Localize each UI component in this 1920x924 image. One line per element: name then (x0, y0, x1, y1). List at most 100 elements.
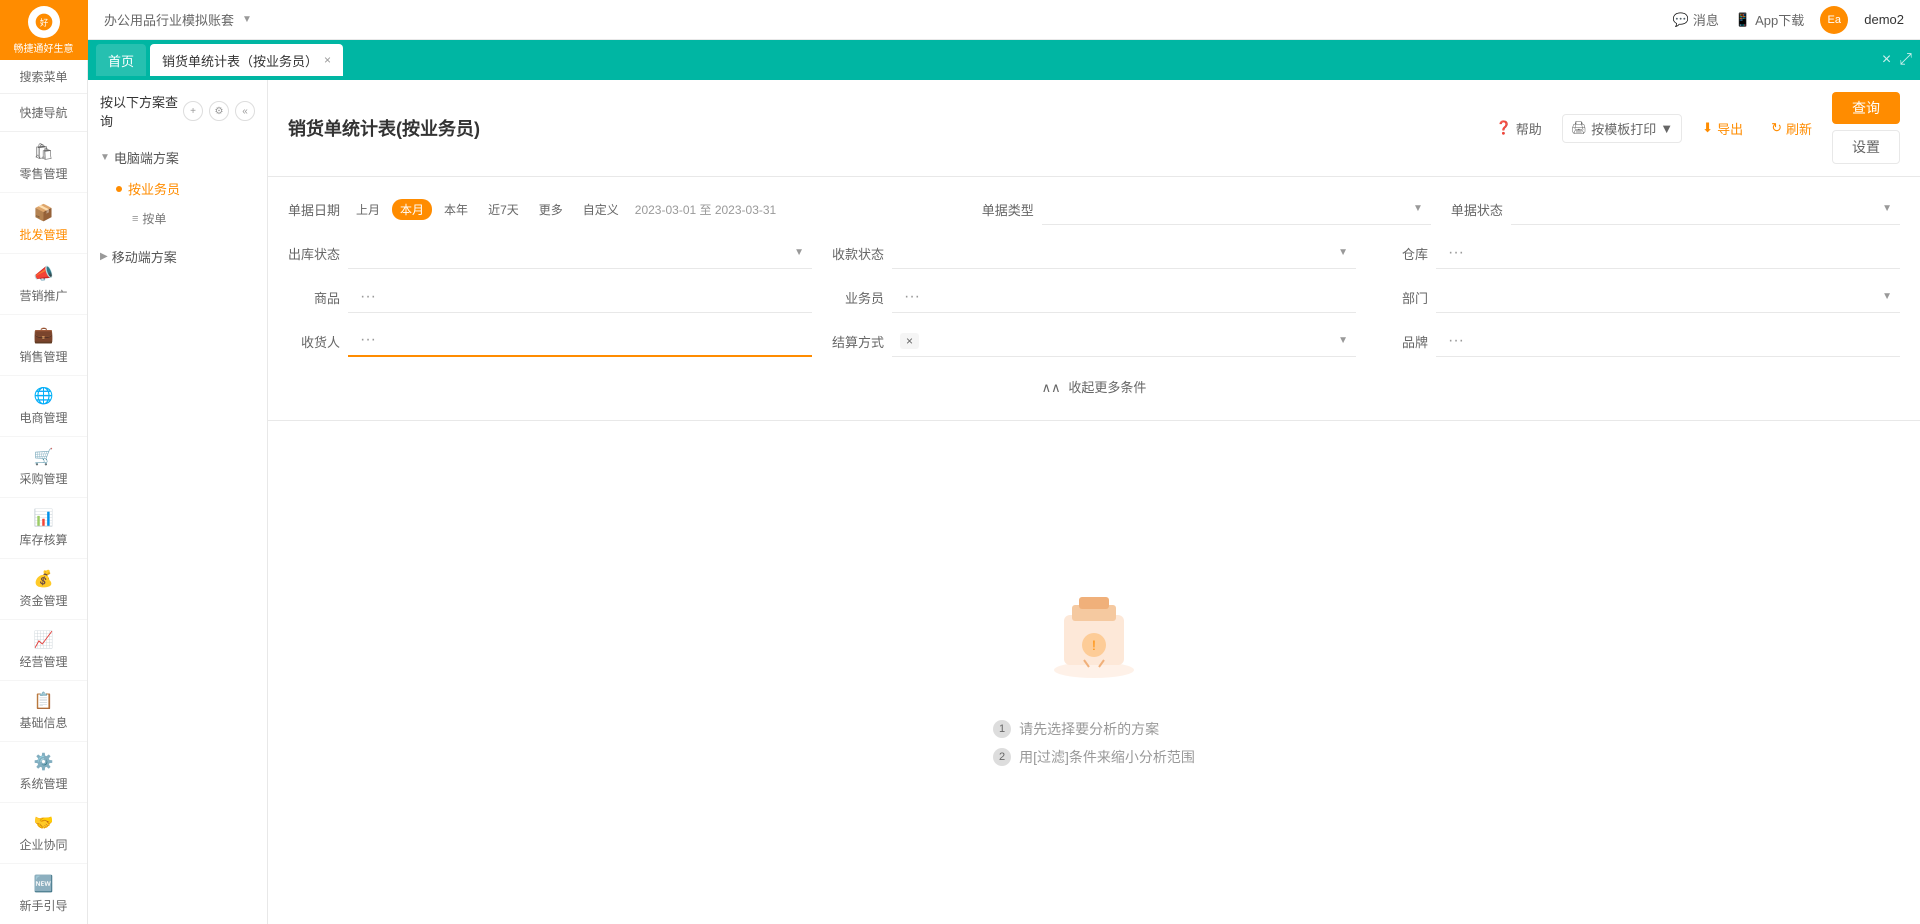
collapse-panel-button[interactable]: « (235, 101, 255, 121)
receiver-input[interactable]: ··· (348, 325, 812, 357)
active-indicator (116, 186, 122, 192)
search-menu-label[interactable]: 搜索菜单 (19, 68, 67, 85)
product-input[interactable]: ··· (348, 281, 812, 313)
collab-label: 企业协同 (19, 836, 67, 853)
doc-status-dropdown[interactable]: ▼ (1511, 193, 1900, 225)
warehouse-input[interactable]: ··· (1436, 237, 1900, 269)
date-tab-more[interactable]: 更多 (531, 199, 571, 220)
scheme-by-salesperson[interactable]: 按业务员 (88, 173, 267, 204)
payment-status-dropdown[interactable]: ▼ (892, 237, 1356, 269)
query-button[interactable]: 查询 (1832, 92, 1900, 124)
salesperson-input[interactable]: ··· (892, 281, 1356, 313)
sidebar-item-finance[interactable]: 💰 资金管理 (0, 559, 87, 620)
sidebar-item-ecom[interactable]: 🌐 电商管理 (0, 376, 87, 437)
app-download-button[interactable]: 📱 App下载 (1735, 10, 1804, 29)
mobile-scheme-label: 移动端方案 (112, 247, 177, 266)
product-ellipsis[interactable]: ··· (356, 288, 380, 306)
marketing-label: 营销推广 (19, 287, 67, 304)
desktop-scheme-label: 电脑端方案 (114, 148, 179, 167)
sidebar-item-sales[interactable]: 💼 销售管理 (0, 315, 87, 376)
shortcut-nav-label[interactable]: 快捷导航 (19, 98, 67, 127)
tab-home[interactable]: 首页 (96, 44, 146, 76)
receiver-ellipsis[interactable]: ··· (356, 331, 380, 349)
date-tab-this-year[interactable]: 本年 (436, 199, 476, 220)
wholesale-icon: 📦 (34, 203, 54, 223)
sidebar-item-purchase[interactable]: 🛒 采购管理 (0, 437, 87, 498)
settings-scheme-button[interactable]: ⚙ (209, 101, 229, 121)
empty-tips: 1 请先选择要分析的方案 2 用[过滤]条件来缩小分析范围 (993, 715, 1195, 771)
salesperson-label: 业务员 (832, 288, 884, 307)
mobile-scheme-parent[interactable]: ▶ 移动端方案 (88, 241, 267, 272)
tab-bar-end: × ⤢ (1882, 51, 1912, 69)
receiver-label: 收货人 (288, 332, 340, 351)
department-dropdown[interactable]: ▼ (1436, 281, 1900, 313)
left-panel: 按以下方案查询 + ⚙ « ▼ 电脑端方案 (88, 80, 268, 924)
tab-close-all-button[interactable]: × (1882, 51, 1891, 69)
sidebar-item-base[interactable]: 📋 基础信息 (0, 681, 87, 742)
settings-button[interactable]: 设置 (1832, 130, 1900, 164)
app-download-icon: 📱 (1735, 12, 1751, 28)
message-button[interactable]: 💬 消息 (1673, 10, 1719, 29)
sidebar-item-newguide[interactable]: 🆕 新手引导 (0, 864, 87, 924)
collapse-icon: « (242, 106, 248, 117)
date-tab-7days[interactable]: 近7天 (480, 199, 527, 220)
warehouse-ellipsis[interactable]: ··· (1444, 244, 1468, 262)
header-left: 办公用品行业模拟账套 ▼ (104, 10, 252, 29)
filter-area: 单据日期 上月 本月 本年 近7天 更多 自定义 2023-03-01 至 20… (268, 177, 1920, 421)
collapse-up-icon: ∧∧ (1042, 380, 1061, 395)
desktop-scheme-parent[interactable]: ▼ 电脑端方案 (88, 142, 267, 173)
user-avatar[interactable]: Ea (1820, 6, 1848, 34)
help-label: 帮助 (1516, 119, 1542, 138)
inventory-icon: 📊 (34, 508, 54, 528)
scheme-by-order[interactable]: ≡ 按单 (88, 204, 267, 233)
salesperson-ellipsis[interactable]: ··· (900, 288, 924, 306)
doc-type-label: 单据类型 (982, 200, 1034, 219)
sidebar-item-operation[interactable]: 📈 经营管理 (0, 620, 87, 681)
date-tab-last-month[interactable]: 上月 (348, 199, 388, 220)
main-content: ! 1 请先选择要分析的方案 2 用[过滤]条件来缩小分析范围 (268, 421, 1920, 924)
sidebar-shortcut-section: 快捷导航 (0, 94, 87, 132)
sidebar-item-inventory[interactable]: 📊 库存核算 (0, 498, 87, 559)
header-dropdown-icon[interactable]: ▼ (242, 14, 252, 25)
sidebar-search-section: 搜索菜单 (0, 60, 87, 94)
tag-close-icon[interactable]: × (906, 334, 913, 348)
app-title: 办公用品行业模拟账套 (104, 10, 234, 29)
payment-status-filter-item: 收款状态 ▼ (832, 237, 1356, 269)
logo[interactable]: 好 畅捷通好生意 (0, 0, 88, 60)
salesperson-filter-item: 业务员 ··· (832, 281, 1356, 313)
tab-close-icon[interactable]: × (324, 53, 331, 67)
tab-maximize-button[interactable]: ⤢ (1899, 51, 1912, 69)
tip-num-1: 1 (993, 720, 1011, 738)
logo-text: 畅捷通好生意 (14, 40, 74, 55)
template-print-button[interactable]: 🖨 按模板打印 ▼ (1562, 114, 1682, 143)
sidebar-item-collab[interactable]: 🤝 企业协同 (0, 803, 87, 864)
settlement-dropdown[interactable]: × ▼ (892, 325, 1356, 357)
avatar-text: Ea (1828, 14, 1841, 26)
date-tab-this-month[interactable]: 本月 (392, 199, 432, 220)
brand-ellipsis[interactable]: ··· (1444, 332, 1468, 350)
refresh-button[interactable]: ↻ 刷新 (1763, 115, 1820, 142)
sidebar-item-retail[interactable]: 🛍 零售管理 (0, 132, 87, 193)
refresh-icon: ↻ (1771, 120, 1782, 136)
print-dropdown-icon[interactable]: ▼ (1660, 121, 1673, 136)
finance-icon: 💰 (34, 569, 54, 589)
tab-sales-stat[interactable]: 销货单统计表（按业务员） × (150, 44, 343, 76)
left-panel-icons: + ⚙ « (183, 101, 255, 121)
sidebar-item-marketing[interactable]: 📣 营销推广 (0, 254, 87, 315)
logo-icon: 好 (28, 6, 60, 38)
sidebar-item-wholesale[interactable]: 📦 批发管理 (0, 193, 87, 254)
out-status-dropdown[interactable]: ▼ (348, 237, 812, 269)
date-tab-custom[interactable]: 自定义 (575, 199, 627, 220)
empty-state: ! 1 请先选择要分析的方案 2 用[过滤]条件来缩小分析范围 (993, 575, 1195, 771)
doc-type-dropdown[interactable]: ▼ (1042, 193, 1431, 225)
export-button[interactable]: ⬇ 导出 (1694, 115, 1751, 142)
print-icon: 🖨 (1571, 120, 1588, 136)
help-button[interactable]: ❓ 帮助 (1488, 115, 1550, 142)
sidebar-item-system[interactable]: ⚙️ 系统管理 (0, 742, 87, 803)
user-name[interactable]: demo2 (1864, 12, 1904, 27)
page-title: 销货单统计表(按业务员) (288, 115, 480, 141)
add-scheme-button[interactable]: + (183, 101, 203, 121)
collapse-row[interactable]: ∧∧ 收起更多条件 (288, 369, 1900, 404)
sidebar: 好 畅捷通好生意 搜索菜单 快捷导航 🛍 零售管理 📦 批发管理 📣 营销推广 … (0, 0, 88, 924)
brand-input[interactable]: ··· (1436, 325, 1900, 357)
